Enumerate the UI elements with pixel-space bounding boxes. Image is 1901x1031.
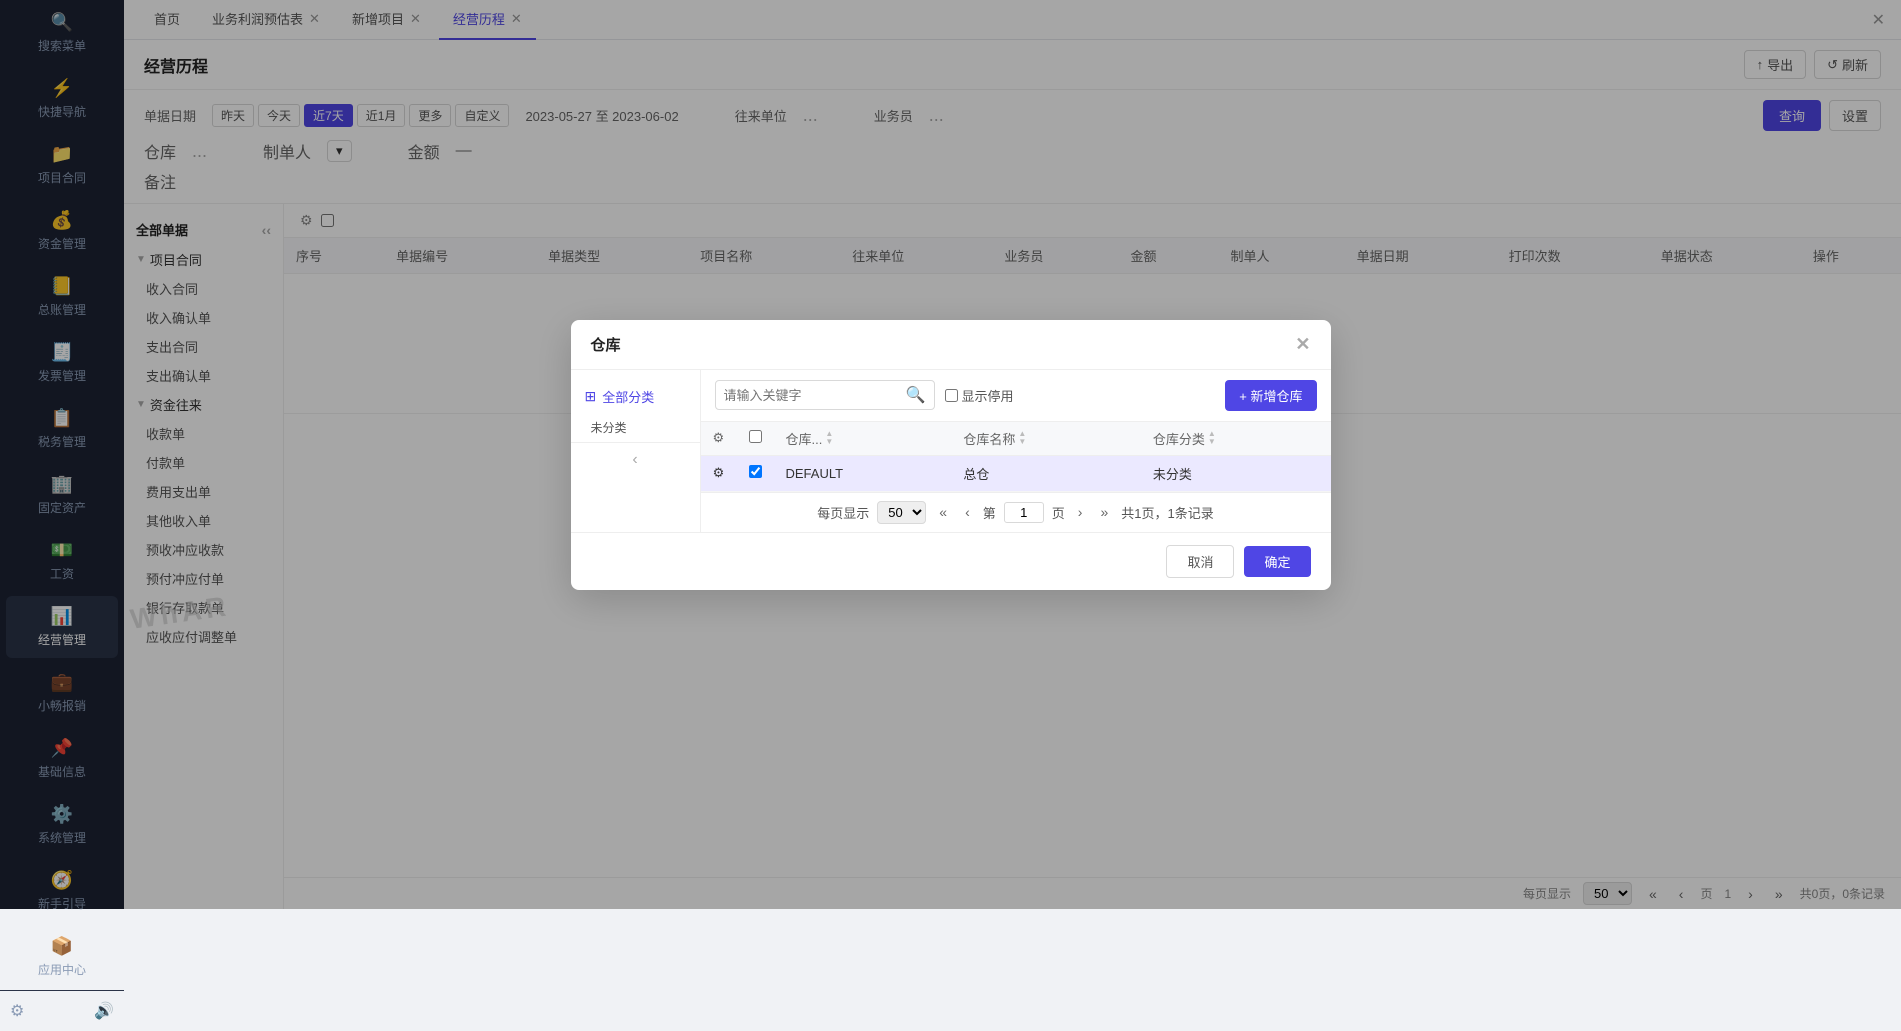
modal-page-input[interactable] — [1004, 502, 1044, 523]
sidebar-item-appcenter[interactable]: 📦 应用中心 — [6, 926, 118, 988]
add-warehouse-button[interactable]: + 新增仓库 — [1225, 380, 1316, 411]
modal-search-wrap: 🔍 — [715, 380, 935, 410]
modal-actions: 取消 确定 — [571, 532, 1331, 590]
modal-close-icon[interactable]: ✕ — [1295, 334, 1310, 355]
category-sort-arrows: ▲▼ — [1208, 430, 1216, 446]
sidebar-audio-icon[interactable]: 🔊 — [94, 1001, 114, 1021]
modal-th-code: 仓库... ▲▼ — [774, 422, 952, 456]
appcenter-icon: 📦 — [51, 936, 73, 957]
table-row[interactable]: ⚙ DEFAULT 总仓 未分类 — [701, 455, 1331, 491]
modal-th-name: 仓库名称 ▲▼ — [951, 422, 1141, 456]
modal-right-toolbar: 🔍 显示停用 + 新增仓库 — [701, 370, 1331, 422]
modal-left-collapse[interactable]: ‹ — [571, 442, 700, 477]
modal-row-gear: ⚙ — [701, 455, 737, 491]
grid-icon: ⊞ — [585, 388, 597, 405]
modal-th-gear: ⚙ — [701, 422, 737, 456]
show-disabled-label[interactable]: 显示停用 — [945, 386, 1014, 405]
modal-left-all[interactable]: ⊞ 全部分类 — [571, 380, 700, 413]
sidebar-appcenter-label: 应用中心 — [38, 961, 86, 978]
code-sort-arrows: ▲▼ — [825, 430, 833, 446]
sidebar-bottom: ⚙ 🔊 — [0, 990, 124, 1031]
modal-page-label: 页 — [1052, 503, 1065, 522]
modal-row-category: 未分类 — [1141, 455, 1331, 491]
modal-first-page[interactable]: « — [934, 502, 952, 522]
modal-per-page-select[interactable]: 50 — [877, 501, 926, 524]
modal-table-wrap: ⚙ 仓库... ▲▼ 仓库名称 — [701, 422, 1331, 492]
cancel-button[interactable]: 取消 — [1166, 545, 1234, 578]
modal-header: 仓库 ✕ — [571, 320, 1331, 370]
modal-total-text: 共1页，1条记录 — [1121, 503, 1213, 522]
modal-footer-pager: 每页显示 50 « ‹ 第 页 › » 共1页，1条记录 — [701, 492, 1331, 532]
modal-next-page[interactable]: › — [1073, 502, 1088, 522]
modal-page-label-pre: 第 — [983, 503, 996, 522]
modal-table: ⚙ 仓库... ▲▼ 仓库名称 — [701, 422, 1331, 492]
modal-last-page[interactable]: » — [1095, 502, 1113, 522]
name-sort-arrows: ▲▼ — [1018, 430, 1026, 446]
modal-th-check — [737, 422, 774, 456]
modal-row-name: 总仓 — [951, 455, 1141, 491]
warehouse-modal: 仓库 ✕ ⊞ 全部分类 未分类 ‹ 🔍 — [571, 320, 1331, 590]
modal-overlay: 仓库 ✕ ⊞ 全部分类 未分类 ‹ 🔍 — [0, 0, 1901, 909]
modal-row-code: DEFAULT — [774, 455, 952, 491]
show-disabled-checkbox[interactable] — [945, 389, 958, 402]
confirm-button[interactable]: 确定 — [1244, 546, 1310, 577]
collapse-icon: ‹ — [632, 451, 637, 469]
sidebar-settings-icon[interactable]: ⚙ — [10, 1001, 24, 1021]
modal-left-panel: ⊞ 全部分类 未分类 ‹ — [571, 370, 701, 532]
modal-body: ⊞ 全部分类 未分类 ‹ 🔍 显示停用 — [571, 370, 1331, 532]
modal-row-check[interactable] — [737, 455, 774, 491]
modal-right-panel: 🔍 显示停用 + 新增仓库 ⚙ — [701, 370, 1331, 532]
modal-select-all[interactable] — [749, 430, 762, 443]
modal-left-unclassified[interactable]: 未分类 — [571, 413, 700, 442]
modal-prev-page[interactable]: ‹ — [960, 502, 975, 522]
modal-search-input[interactable] — [724, 388, 900, 403]
modal-th-category: 仓库分类 ▲▼ — [1141, 422, 1331, 456]
modal-per-page-label: 每页显示 — [817, 503, 869, 522]
modal-all-label: 全部分类 — [602, 387, 654, 406]
modal-search-icon[interactable]: 🔍 — [906, 385, 926, 405]
modal-title: 仓库 — [591, 334, 621, 355]
